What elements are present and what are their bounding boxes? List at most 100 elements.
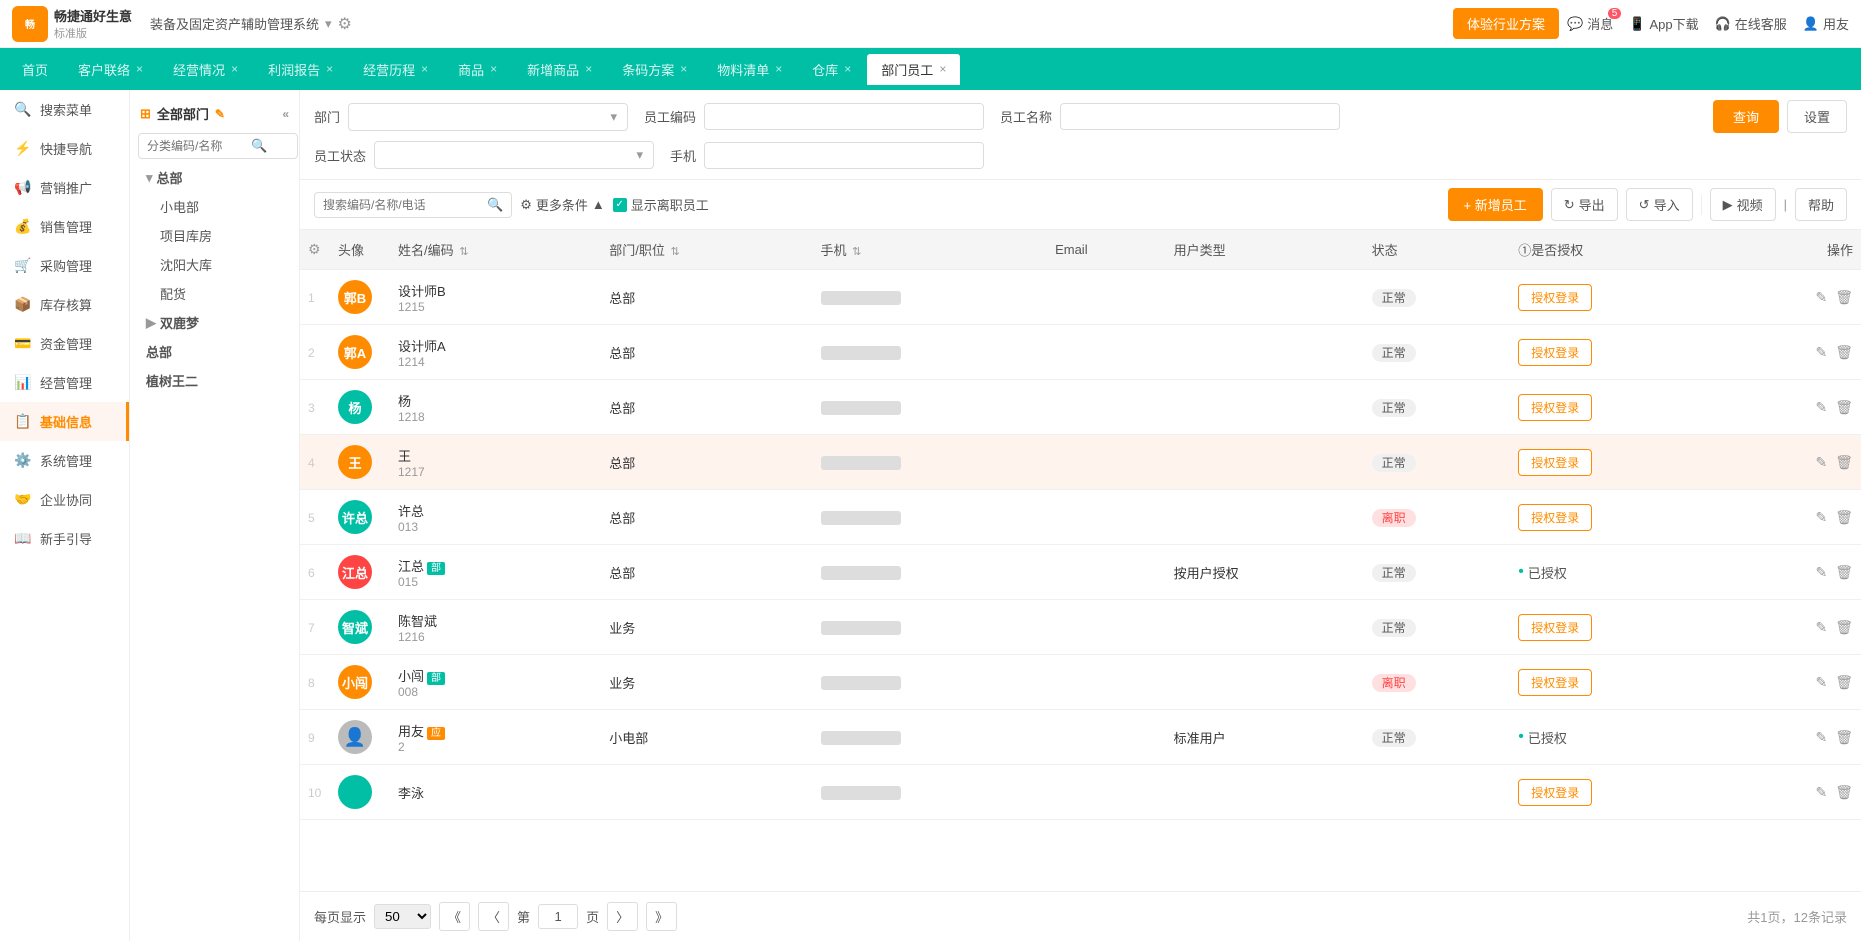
last-page-button[interactable]: 》 [646, 902, 677, 931]
query-button[interactable]: 查询 [1713, 100, 1779, 133]
edit-icon[interactable]: ✎ [1815, 454, 1827, 471]
next-page-button[interactable]: 〉 [607, 902, 638, 931]
search-icon[interactable]: 🔍 [487, 197, 503, 213]
row-checkbox[interactable]: 4 [300, 435, 330, 490]
sidebar-item-企业协同[interactable]: 🤝企业协同 [0, 480, 129, 519]
edit-dept-icon[interactable]: ✎ [215, 107, 225, 121]
row-checkbox[interactable]: 7 [300, 600, 330, 655]
edit-icon[interactable]: ✎ [1815, 399, 1827, 416]
sidebar-item-经营管理[interactable]: 📊经营管理 [0, 363, 129, 402]
edit-icon[interactable]: ✎ [1815, 289, 1827, 306]
row-checkbox[interactable]: 5 [300, 490, 330, 545]
sidebar-item-营销推广[interactable]: 📢营销推广 [0, 168, 129, 207]
th-phone[interactable]: 手机 ⇅ [813, 230, 1048, 270]
auth-button[interactable]: 授权登录 [1518, 394, 1592, 421]
show-resigned-checkbox[interactable]: ✓ [613, 198, 627, 212]
nav-tab-首页[interactable]: 首页 [8, 54, 62, 85]
row-checkbox[interactable]: 2 [300, 325, 330, 380]
auth-button[interactable]: 授权登录 [1518, 504, 1592, 531]
auth-button[interactable]: 授权登录 [1518, 779, 1592, 806]
nav-tab-利润报告[interactable]: 利润报告 × [254, 54, 347, 85]
set-button[interactable]: 设置 [1787, 100, 1847, 133]
filter-dept-select[interactable]: ▾ [348, 103, 628, 131]
app-download-button[interactable]: 📱 App下载 [1629, 14, 1698, 33]
edit-icon[interactable]: ✎ [1815, 564, 1827, 581]
row-checkbox[interactable]: 10 [300, 765, 330, 820]
edit-icon[interactable]: ✎ [1815, 729, 1827, 746]
nav-tab-客户联络[interactable]: 客户联络 × [64, 54, 157, 85]
close-tab-icon[interactable]: × [231, 62, 238, 76]
nav-tab-经营情况[interactable]: 经营情况 × [159, 54, 252, 85]
delete-icon[interactable]: 🗑 [1835, 454, 1853, 471]
dept-group-header-shuangmeng[interactable]: ▶ 双鹿梦 [136, 308, 299, 337]
row-checkbox[interactable]: 9 [300, 710, 330, 765]
sidebar-item-新手引导[interactable]: 📖新手引导 [0, 519, 129, 558]
dept-node-xiaodibu[interactable]: 小电部 [136, 192, 299, 221]
sidebar-item-基础信息[interactable]: 📋基础信息 [0, 402, 129, 441]
dept-group-header-zhishu[interactable]: 植树王二 [136, 366, 299, 395]
nav-tab-部门员工[interactable]: 部门员工 × [867, 54, 960, 85]
close-tab-icon[interactable]: × [585, 62, 592, 76]
filter-emp-status-select[interactable]: ▾ [374, 141, 654, 169]
dept-group-header-general[interactable]: ▾ 总部 [136, 163, 299, 192]
sidebar-item-搜索菜单[interactable]: 🔍搜索菜单 [0, 90, 129, 129]
auth-button[interactable]: 授权登录 [1518, 669, 1592, 696]
close-tab-icon[interactable]: × [136, 62, 143, 76]
edit-icon[interactable]: ✎ [1815, 344, 1827, 361]
th-dept-position[interactable]: 部门/职位 ⇅ [601, 230, 812, 270]
row-checkbox[interactable]: 8 [300, 655, 330, 710]
auth-button[interactable]: 授权登录 [1518, 284, 1592, 311]
user-menu[interactable]: 👤 用友 [1803, 14, 1849, 33]
dropdown-arrow-icon[interactable]: ▾ [325, 16, 332, 32]
dept-node-peihuo[interactable]: 配货 [136, 279, 299, 308]
sidebar-item-采购管理[interactable]: 🛒采购管理 [0, 246, 129, 285]
delete-icon[interactable]: 🗑 [1835, 399, 1853, 416]
close-tab-icon[interactable]: × [326, 62, 333, 76]
auth-button[interactable]: 授权登录 [1518, 614, 1592, 641]
emp-code-input[interactable] [704, 103, 984, 130]
sidebar-item-快捷导航[interactable]: ⚡快捷导航 [0, 129, 129, 168]
sidebar-item-销售管理[interactable]: 💰销售管理 [0, 207, 129, 246]
nav-tab-条码方案[interactable]: 条码方案 × [608, 54, 701, 85]
trial-button[interactable]: 体验行业方案 [1453, 8, 1559, 39]
delete-icon[interactable]: 🗑 [1835, 674, 1853, 691]
close-tab-icon[interactable]: × [775, 62, 782, 76]
sidebar-item-库存核算[interactable]: 📦库存核算 [0, 285, 129, 324]
nav-tab-经营历程[interactable]: 经营历程 × [349, 54, 442, 85]
delete-icon[interactable]: 🗑 [1835, 289, 1853, 306]
edit-icon[interactable]: ✎ [1815, 784, 1827, 801]
row-checkbox[interactable]: 1 [300, 270, 330, 325]
delete-icon[interactable]: 🗑 [1835, 564, 1853, 581]
row-checkbox[interactable]: 3 [300, 380, 330, 435]
auth-button[interactable]: 授权登录 [1518, 449, 1592, 476]
export-button[interactable]: ↻ 导出 [1551, 188, 1618, 221]
online-service-button[interactable]: 🎧 在线客服 [1715, 14, 1787, 33]
more-filter-button[interactable]: ⚙ 更多条件 ▲ [520, 195, 605, 214]
dept-node-xiangmukufang[interactable]: 项目库房 [136, 221, 299, 250]
th-name-code[interactable]: 姓名/编码 ⇅ [390, 230, 601, 270]
close-tab-icon[interactable]: × [844, 62, 851, 76]
show-resigned-toggle[interactable]: ✓ 显示离职员工 [613, 195, 709, 214]
nav-tab-仓库[interactable]: 仓库 × [798, 54, 865, 85]
row-checkbox[interactable]: 6 [300, 545, 330, 600]
nav-tab-新增商品[interactable]: 新增商品 × [513, 54, 606, 85]
dept-search-input[interactable] [147, 139, 247, 153]
phone-input[interactable] [704, 142, 984, 169]
nav-tab-商品[interactable]: 商品 × [444, 54, 511, 85]
edit-icon[interactable]: ✎ [1815, 509, 1827, 526]
edit-icon[interactable]: ✎ [1815, 619, 1827, 636]
delete-icon[interactable]: 🗑 [1835, 344, 1853, 361]
auth-button[interactable]: 授权登录 [1518, 339, 1592, 366]
close-tab-icon[interactable]: × [680, 62, 687, 76]
emp-name-input[interactable] [1060, 103, 1340, 130]
dept-search[interactable]: 🔍 [138, 133, 298, 159]
delete-icon[interactable]: 🗑 [1835, 619, 1853, 636]
th-gear[interactable]: ⚙ [300, 230, 330, 270]
add-employee-button[interactable]: + 新增员工 [1448, 188, 1543, 221]
page-number-input[interactable] [538, 904, 578, 929]
delete-icon[interactable]: 🗑 [1835, 784, 1853, 801]
message-button[interactable]: 💬 消息 5 [1567, 14, 1613, 33]
help-button[interactable]: 帮助 [1795, 188, 1847, 221]
close-tab-icon[interactable]: × [421, 62, 428, 76]
first-page-button[interactable]: 《 [439, 902, 470, 931]
